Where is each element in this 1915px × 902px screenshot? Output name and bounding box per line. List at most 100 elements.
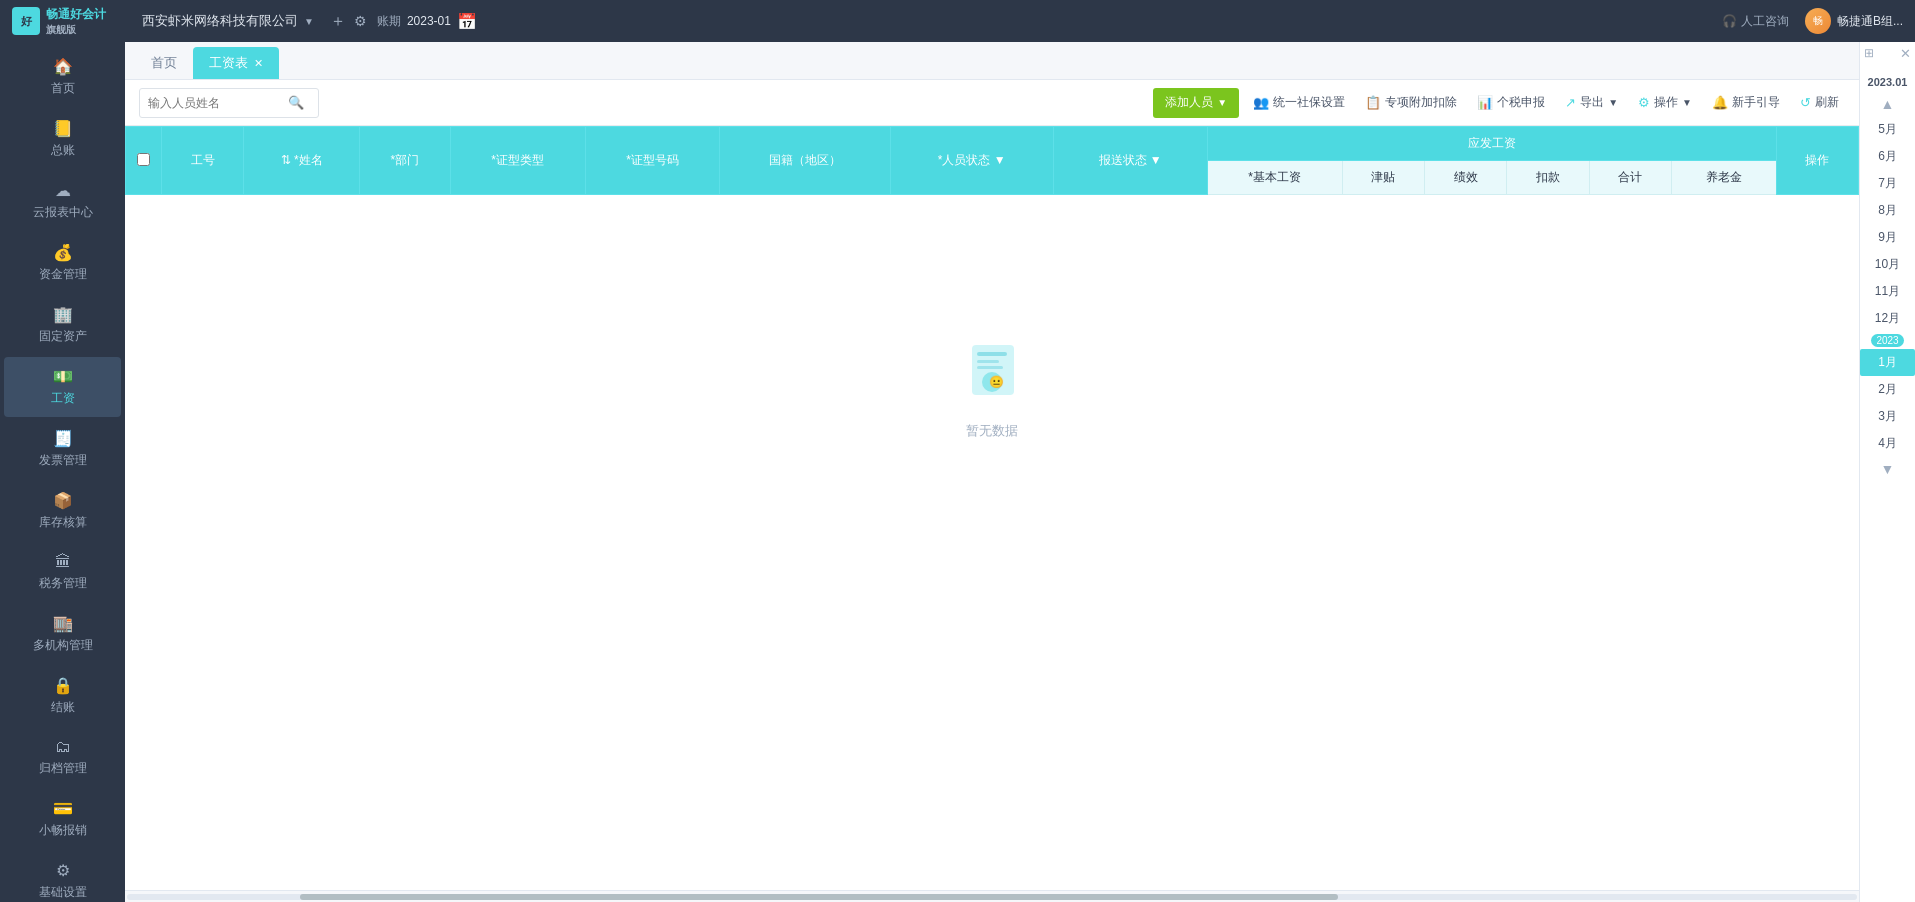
ops-label: 操作 (1654, 94, 1678, 111)
svg-text:😐: 😐 (989, 374, 1004, 389)
sidebar-item-close[interactable]: 🔒 结账 (4, 666, 121, 726)
sidebar-item-label: 库存核算 (39, 514, 87, 531)
select-all-checkbox[interactable] (137, 153, 150, 166)
sidebar-item-label: 固定资产 (39, 328, 87, 345)
month-item-1[interactable]: 1月 (1860, 349, 1915, 376)
tab-salary[interactable]: 工资表 ✕ (193, 47, 279, 79)
th-allowance: 津贴 (1342, 161, 1424, 195)
app-logo: 好 畅通好会计 旗舰版 (12, 6, 132, 37)
sidebar-item-home[interactable]: 🏠 首页 (4, 47, 121, 107)
tab-home-label: 首页 (151, 54, 177, 72)
sidebar-item-label: 工资 (51, 390, 75, 407)
help-label: 人工咨询 (1741, 13, 1789, 30)
sidebar-item-fund[interactable]: 💰 资金管理 (4, 233, 121, 293)
period-value: 2023-01 (407, 14, 451, 28)
month-item-12[interactable]: 12月 (1860, 305, 1915, 332)
sidebar-item-tax[interactable]: 🏛 税务管理 (4, 543, 121, 602)
refresh-label: 刷新 (1815, 94, 1839, 111)
tax-report-button[interactable]: 📊 个税申报 (1471, 88, 1551, 118)
sidebar-item-asset[interactable]: 🏢 固定资产 (4, 295, 121, 355)
month-item-6[interactable]: 6月 (1860, 143, 1915, 170)
search-input[interactable] (148, 96, 288, 110)
ledger-icon: 📒 (53, 119, 73, 138)
th-performance: 绩效 (1425, 161, 1507, 195)
content-area: 首页 工资表 ✕ 🔍 添加人员 ▼ 👥 统一社保设置 (125, 42, 1859, 902)
th-id-num: *证型号码 (585, 127, 720, 195)
th-name: ⇅ *姓名 (244, 127, 359, 195)
month-item-2[interactable]: 2月 (1860, 376, 1915, 403)
th-total: 合计 (1589, 161, 1671, 195)
search-wrap[interactable]: 🔍 (139, 88, 319, 118)
panel-close-button[interactable]: ✕ (1900, 46, 1911, 61)
deduct-label: 专项附加扣除 (1385, 94, 1457, 111)
month-item-10[interactable]: 10月 (1860, 251, 1915, 278)
user-info: 畅 畅捷通B组... (1805, 8, 1903, 34)
sidebar-item-settings[interactable]: ⚙ 基础设置 (4, 851, 121, 902)
avatar: 畅 (1805, 8, 1831, 34)
logo-icon: 好 (12, 7, 40, 35)
svg-rect-3 (977, 366, 1003, 369)
top-bar-actions: ＋ ⚙ (330, 11, 367, 32)
empty-state: 😐 暂无数据 (126, 195, 1859, 575)
month-item-3[interactable]: 3月 (1860, 403, 1915, 430)
calendar-icon[interactable]: 📅 (457, 12, 477, 31)
fund-icon: 💰 (53, 243, 73, 262)
help-button[interactable]: 🎧 人工咨询 (1722, 13, 1789, 30)
sidebar-item-multi[interactable]: 🏬 多机构管理 (4, 604, 121, 664)
ops-button[interactable]: ⚙ 操作 ▼ (1632, 88, 1698, 118)
user-label: 畅捷通B组... (1837, 13, 1903, 30)
export-label: 导出 (1580, 94, 1604, 111)
top-bar-right: 🎧 人工咨询 畅 畅捷通B组... (1722, 8, 1903, 34)
th-id: 工号 (162, 127, 244, 195)
ops-icon: ⚙ (1638, 95, 1650, 110)
tax-deduct-button[interactable]: 📋 专项附加扣除 (1359, 88, 1463, 118)
sidebar-item-label: 总账 (51, 142, 75, 159)
month-nav-up-button[interactable]: ▲ (1881, 92, 1895, 116)
toolbar: 🔍 添加人员 ▼ 👥 统一社保设置 📋 专项附加扣除 📊 个税申报 (125, 80, 1859, 126)
month-item-4[interactable]: 4月 (1860, 430, 1915, 457)
horizontal-scrollbar[interactable] (125, 890, 1859, 902)
sidebar-item-archive[interactable]: 🗂 归档管理 (4, 728, 121, 787)
guide-button[interactable]: 🔔 新手引导 (1706, 88, 1786, 118)
export-button[interactable]: ↗ 导出 ▼ (1559, 88, 1624, 118)
social-setting-button[interactable]: 👥 统一社保设置 (1247, 88, 1351, 118)
tab-home[interactable]: 首页 (135, 47, 193, 79)
scrollbar-thumb[interactable] (300, 894, 1338, 900)
wage-icon: 💵 (53, 367, 73, 386)
th-dept: *部门 (359, 127, 450, 195)
refresh-button[interactable]: ↺ 刷新 (1794, 88, 1845, 118)
company-selector[interactable]: 西安虾米网络科技有限公司 ▼ (142, 12, 314, 30)
sidebar-item-expense[interactable]: 💳 小畅报销 (4, 789, 121, 849)
panel-expand-button[interactable]: ⊞ (1864, 46, 1874, 60)
sidebar-item-invoice[interactable]: 🧾 发票管理 (4, 419, 121, 479)
settings-icon[interactable]: ⚙ (354, 13, 367, 29)
company-name: 西安虾米网络科技有限公司 (142, 12, 298, 30)
sidebar-item-label: 发票管理 (39, 452, 87, 469)
export-arrow-icon: ▼ (1608, 97, 1618, 108)
salary-table: 工号 ⇅ *姓名 *部门 *证型类型 *证型号码 国籍（地区） *人员状态 ▼ … (125, 126, 1859, 575)
scrollbar-track[interactable] (127, 894, 1857, 900)
sidebar-item-label: 归档管理 (39, 760, 87, 777)
month-item-11[interactable]: 11月 (1860, 278, 1915, 305)
sidebar-item-stock[interactable]: 📦 库存核算 (4, 481, 121, 541)
add-person-button[interactable]: 添加人员 ▼ (1153, 88, 1239, 118)
social-label: 统一社保设置 (1273, 94, 1345, 111)
deduct-icon: 📋 (1365, 95, 1381, 110)
month-item-9[interactable]: 9月 (1860, 224, 1915, 251)
sidebar-item-wage[interactable]: 💵 工资 (4, 357, 121, 417)
refresh-icon: ↺ (1800, 95, 1811, 110)
month-nav-down-button[interactable]: ▼ (1881, 457, 1895, 481)
tab-close-icon[interactable]: ✕ (254, 57, 263, 70)
month-item-5[interactable]: 5月 (1860, 116, 1915, 143)
sidebar-item-cloud[interactable]: ☁ 云报表中心 (4, 171, 121, 231)
multi-icon: 🏬 (53, 614, 73, 633)
sidebar-item-ledger[interactable]: 📒 总账 (4, 109, 121, 169)
period-label: 账期 (377, 13, 401, 30)
add-icon[interactable]: ＋ (330, 11, 346, 32)
svg-rect-1 (977, 352, 1007, 356)
th-base-wage: *基本工资 (1207, 161, 1342, 195)
month-item-8[interactable]: 8月 (1860, 197, 1915, 224)
month-item-7[interactable]: 7月 (1860, 170, 1915, 197)
dropdown-arrow-icon: ▼ (1217, 97, 1227, 108)
app-title: 畅通好会计 (46, 6, 106, 23)
